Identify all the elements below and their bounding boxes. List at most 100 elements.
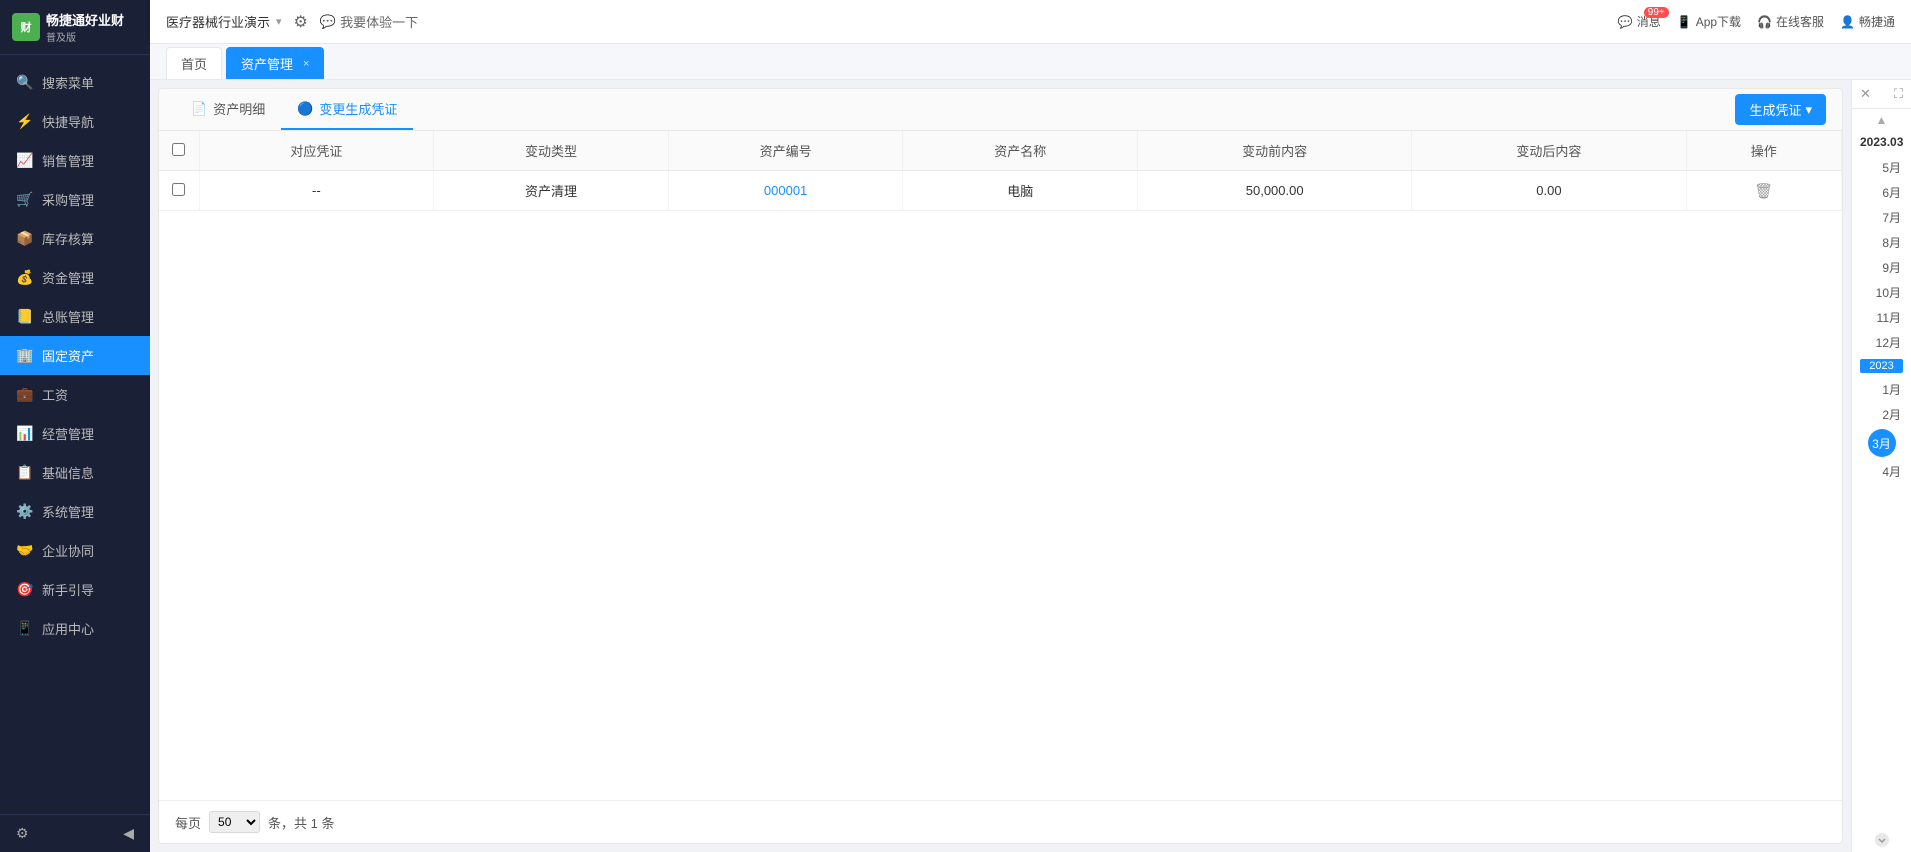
- row-code: 000001: [668, 171, 903, 211]
- sidebar-item-ledger[interactable]: 📒 总账管理: [0, 297, 150, 336]
- header-name: 资产名称: [903, 131, 1138, 171]
- sidebar-item-search[interactable]: 🔍 搜索菜单: [0, 63, 150, 102]
- logo-text-group: 畅捷通好业财 普及版: [46, 10, 124, 44]
- sub-tab-detail[interactable]: 📄 资产明细: [175, 89, 281, 130]
- month-item-1[interactable]: 1月: [1852, 377, 1911, 402]
- message-button[interactable]: 💬 消息 99+: [1618, 13, 1661, 30]
- feedback-button[interactable]: 💬 我要体验一下: [320, 12, 418, 31]
- sidebar-item-salary[interactable]: 💼 工资: [0, 375, 150, 414]
- sidebar-logo: 财 畅捷通好业财 普及版: [0, 0, 150, 55]
- month-list: 5月 6月 7月 8月 9月 10月 11月 12月 2023 1月 2月 3月…: [1852, 153, 1911, 828]
- tab-asset[interactable]: 资产管理 ×: [226, 47, 324, 79]
- app-download-icon: 📱: [1677, 15, 1692, 29]
- header-voucher: 对应凭证: [199, 131, 434, 171]
- sidebar-item-purchase[interactable]: 🛒 采购管理: [0, 180, 150, 219]
- total-text: 条，共 1 条: [268, 813, 334, 832]
- month-item-5[interactable]: 5月: [1852, 155, 1911, 180]
- header-code: 资产编号: [668, 131, 903, 171]
- quicknav-icon: ⚡: [16, 113, 34, 130]
- month-item-6[interactable]: 6月: [1852, 180, 1911, 205]
- sidebar-item-quicknav[interactable]: ⚡ 快捷导航: [0, 102, 150, 141]
- logo-icon: 财: [12, 13, 40, 41]
- row-checkbox[interactable]: [172, 183, 185, 196]
- apps-icon: 📱: [16, 620, 34, 637]
- month-item-8[interactable]: 8月: [1852, 230, 1911, 255]
- per-page-select[interactable]: 10 20 50 100: [209, 811, 260, 833]
- settings-bottom-icon[interactable]: ⚙: [16, 825, 29, 842]
- customer-service-label: 在线客服: [1776, 13, 1824, 30]
- sidebar: 财 畅捷通好业财 普及版 🔍 搜索菜单 ⚡ 快捷导航 📈 销售管理 🛒 采购管理…: [0, 0, 150, 852]
- sidebar-item-funds[interactable]: 💰 资金管理: [0, 258, 150, 297]
- detail-tab-icon: 📄: [191, 101, 207, 117]
- message-icon: 💬: [1618, 15, 1633, 29]
- select-all-checkbox[interactable]: [172, 143, 185, 156]
- month-item-9[interactable]: 9月: [1852, 255, 1911, 280]
- settings-icon[interactable]: ⚙: [294, 12, 308, 32]
- right-panel: ✕ ⛶ ▲ 2023.03 5月 6月 7月 8月 9月 10月 11月 12月…: [1851, 80, 1911, 852]
- scroll-up-button[interactable]: ▲: [1852, 109, 1911, 131]
- voucher-tab-icon: 🔵: [297, 101, 313, 117]
- system-icon: ⚙️: [16, 503, 34, 520]
- sidebar-item-sales[interactable]: 📈 销售管理: [0, 141, 150, 180]
- tab-home-label: 首页: [181, 54, 207, 73]
- sidebar-label-purchase: 采购管理: [42, 190, 94, 209]
- expand-panel-icon[interactable]: ⛶: [1894, 86, 1903, 102]
- sidebar-item-fixed[interactable]: 🏢 固定资产: [0, 336, 150, 375]
- user-button[interactable]: 👤 畅捷通: [1840, 13, 1895, 30]
- month-item-2[interactable]: 2月: [1852, 402, 1911, 427]
- sidebar-nav: 🔍 搜索菜单 ⚡ 快捷导航 📈 销售管理 🛒 采购管理 📦 库存核算 💰 资金管…: [0, 55, 150, 814]
- logo-subtitle: 普及版: [46, 29, 124, 44]
- month-item-12[interactable]: 12月: [1852, 330, 1911, 355]
- panel-year-label: 2023.03: [1852, 131, 1911, 153]
- month-item-7[interactable]: 7月: [1852, 205, 1911, 230]
- sidebar-item-operations[interactable]: 📊 经营管理: [0, 414, 150, 453]
- collapse-icon[interactable]: ◀: [123, 825, 134, 842]
- generate-voucher-button[interactable]: 生成凭证 ▾: [1735, 94, 1826, 125]
- sub-tab-voucher-label: 变更生成凭证: [319, 99, 397, 118]
- sidebar-item-enterprise[interactable]: 🤝 企业协同: [0, 531, 150, 570]
- right-panel-header: ✕ ⛶: [1852, 80, 1911, 109]
- main-area: 医疗器械行业演示 ▾ ⚙ 💬 我要体验一下 💬 消息 99+ 📱 App下载 🎧…: [150, 0, 1911, 852]
- sales-icon: 📈: [16, 152, 34, 169]
- ledger-icon: 📒: [16, 308, 34, 325]
- dropdown-arrow-icon: ▾: [1805, 102, 1812, 118]
- sidebar-label-fixed: 固定资产: [42, 346, 94, 365]
- chevron-down-icon: ▾: [276, 15, 282, 28]
- app-download-button[interactable]: 📱 App下载: [1677, 13, 1741, 30]
- feedback-icon: 💬: [320, 14, 336, 30]
- sidebar-item-inventory[interactable]: 📦 库存核算: [0, 219, 150, 258]
- tab-home[interactable]: 首页: [166, 47, 222, 79]
- sidebar-bottom: ⚙ ◀: [0, 814, 150, 852]
- sidebar-label-salary: 工资: [42, 385, 68, 404]
- month-item-11[interactable]: 11月: [1852, 305, 1911, 330]
- base-icon: 📋: [16, 464, 34, 481]
- sidebar-item-base[interactable]: 📋 基础信息: [0, 453, 150, 492]
- month-item-10[interactable]: 10月: [1852, 280, 1911, 305]
- row-voucher: --: [199, 171, 434, 211]
- delete-row-button[interactable]: 🗑: [1754, 183, 1773, 200]
- chevron-down-panel-icon: [1874, 832, 1890, 848]
- header-before: 变动前内容: [1138, 131, 1412, 171]
- tab-bar: 首页 资产管理 ×: [150, 44, 1911, 80]
- sidebar-item-apps[interactable]: 📱 应用中心: [0, 609, 150, 648]
- sidebar-item-guide[interactable]: 🎯 新手引导: [0, 570, 150, 609]
- sidebar-label-inventory: 库存核算: [42, 229, 94, 248]
- month-item-3-current[interactable]: 3月: [1868, 429, 1896, 457]
- sub-tabs: 📄 资产明细 🔵 变更生成凭证 生成凭证 ▾: [159, 89, 1842, 131]
- enterprise-icon: 🤝: [16, 542, 34, 559]
- month-item-4[interactable]: 4月: [1852, 459, 1911, 484]
- customer-service-button[interactable]: 🎧 在线客服: [1757, 13, 1824, 30]
- company-selector[interactable]: 医疗器械行业演示 ▾: [166, 12, 282, 31]
- scroll-down-button[interactable]: [1852, 828, 1911, 852]
- tab-asset-close[interactable]: ×: [303, 58, 309, 70]
- close-panel-icon[interactable]: ✕: [1860, 86, 1871, 102]
- generate-label: 生成凭证: [1749, 100, 1801, 119]
- guide-icon: 🎯: [16, 581, 34, 598]
- sidebar-item-system[interactable]: ⚙️ 系统管理: [0, 492, 150, 531]
- sub-tab-voucher[interactable]: 🔵 变更生成凭证: [281, 89, 413, 130]
- message-badge: 99+: [1644, 7, 1669, 18]
- header-right: 💬 消息 99+ 📱 App下载 🎧 在线客服 👤 畅捷通: [1618, 13, 1895, 30]
- user-avatar: 👤: [1840, 15, 1855, 29]
- header-type: 变动类型: [434, 131, 669, 171]
- row-checkbox-cell: [159, 171, 199, 211]
